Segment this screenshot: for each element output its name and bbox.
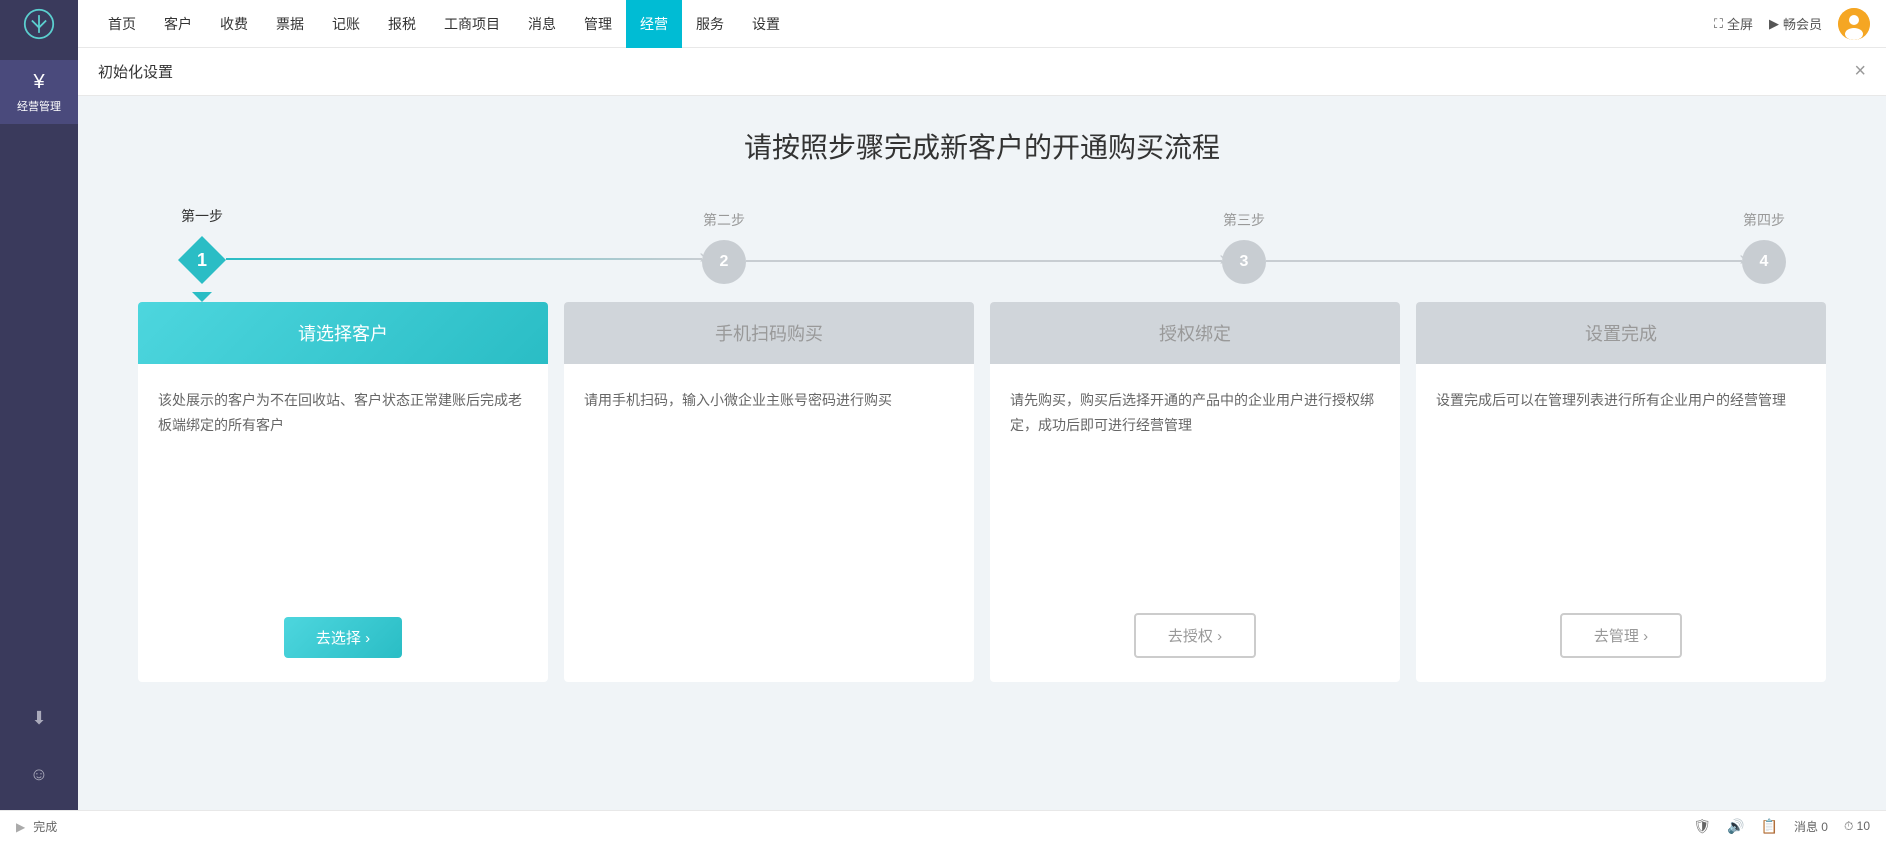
step-4-number: 4	[1760, 253, 1769, 271]
card-1-body: 该处展示的客户为不在回收站、客户状态正常建账后完成老板端绑定的所有客户	[138, 364, 548, 601]
operation-icon: ¥	[33, 71, 44, 94]
nav-accounting[interactable]: 记账	[318, 0, 374, 48]
card-4-body: 设置完成后可以在管理列表进行所有企业用户的经营管理	[1416, 364, 1826, 597]
download-icon: ⬇	[31, 708, 46, 729]
step-1-number: 1	[197, 250, 207, 271]
step-4-label: 第四步	[1743, 210, 1785, 230]
nav-messages[interactable]: 消息	[514, 0, 570, 48]
sidebar-download[interactable]: ⬇	[0, 694, 78, 742]
step-1-circle: 1	[178, 236, 226, 284]
nav-right-area: ⛶ 全屏 ▶ 畅会员	[1714, 8, 1870, 40]
step-4-node: 第四步 4	[1742, 210, 1786, 284]
step-3-number: 3	[1240, 253, 1249, 271]
card-1-header: 请选择客户	[138, 302, 548, 364]
nav-fees[interactable]: 收费	[206, 0, 262, 48]
sidebar-item-operation[interactable]: ¥ 经营管理	[0, 60, 78, 124]
time-display: ⏱ 10	[1844, 819, 1870, 834]
fullscreen-button[interactable]: ⛶ 全屏	[1714, 14, 1753, 33]
page-header: 初始化设置 ×	[78, 48, 1886, 96]
step-4-circle: 4	[1742, 240, 1786, 284]
status-bar: ▶ 完成 🛡 🔊 📋 消息 0 ⏱ 10	[0, 810, 1886, 842]
card-step3: 授权绑定 请先购买，购买后选择开通的产品中的企业用户进行授权绑定，成功后即可进行…	[990, 302, 1400, 682]
fullscreen-icon: ⛶	[1714, 16, 1723, 32]
step-1-label: 第一步	[181, 206, 223, 226]
volume-icon[interactable]: 🔊	[1727, 818, 1744, 835]
card-1-footer: 去选择 ›	[138, 601, 548, 682]
nav-operation[interactable]: 经营	[626, 0, 682, 48]
status-label: 完成	[33, 818, 57, 835]
sidebar-item-label: 经营管理	[17, 98, 61, 114]
flow-title: 请按照步骤完成新客户的开通购买流程	[118, 126, 1846, 166]
close-button[interactable]: ×	[1854, 60, 1866, 83]
card-step2: 手机扫码购买 请用手机扫码，输入小微企业主账号密码进行购买	[564, 302, 974, 682]
nav-business[interactable]: 工商项目	[430, 0, 514, 48]
step-2-number: 2	[720, 253, 729, 271]
logo-icon	[23, 8, 55, 40]
content-area: 请按照步骤完成新客户的开通购买流程 第一步 1 › 第二步 2	[78, 96, 1886, 810]
nav-bills[interactable]: 票据	[262, 0, 318, 48]
app-logo	[0, 0, 78, 48]
member-label: 畅会员	[1783, 14, 1822, 33]
card-4-header: 设置完成	[1416, 302, 1826, 364]
message-count: 消息 0	[1794, 818, 1828, 835]
status-bar-right: 🛡 🔊 📋 消息 0 ⏱ 10	[1693, 818, 1870, 835]
fullscreen-label: 全屏	[1727, 14, 1753, 33]
card-3-body: 请先购买，购买后选择开通的产品中的企业用户进行授权绑定，成功后即可进行经营管理	[990, 364, 1400, 597]
main-content: 初始化设置 × 请按照步骤完成新客户的开通购买流程 第一步 1 › 第二步	[78, 48, 1886, 810]
go-manage-button[interactable]: 去管理 ›	[1560, 613, 1682, 658]
sidebar: ¥ 经营管理 ⬇ ☺	[0, 48, 78, 810]
shield-icon[interactable]: 🛡	[1693, 818, 1711, 835]
sidebar-support[interactable]: ☺	[0, 750, 78, 798]
page-title: 初始化设置	[98, 61, 173, 82]
steps-progress-row: 第一步 1 › 第二步 2 › 第三步	[118, 206, 1846, 284]
nav-settings[interactable]: 设置	[738, 0, 794, 48]
card-3-footer: 去授权 ›	[990, 597, 1400, 682]
step-1-node: 第一步 1	[178, 206, 226, 284]
connector-2-3: ›	[746, 260, 1222, 262]
step-3-node: 第三步 3	[1222, 210, 1266, 284]
step-3-label: 第三步	[1223, 210, 1265, 230]
step-3-circle: 3	[1222, 240, 1266, 284]
nav-tax[interactable]: 报税	[374, 0, 430, 48]
top-navigation: 首页 客户 收费 票据 记账 报税 工商项目 消息 管理 经营 服务 设置 ⛶ …	[78, 0, 1886, 48]
card-2-body: 请用手机扫码，输入小微企业主账号密码进行购买	[564, 364, 974, 642]
sidebar-bottom: ⬇ ☺	[0, 694, 78, 810]
card-4-footer: 去管理 ›	[1416, 597, 1826, 682]
step-2-label: 第二步	[703, 210, 745, 230]
card-pointer	[178, 292, 226, 302]
connector-3-4: ›	[1266, 260, 1742, 262]
go-authorize-button[interactable]: 去授权 ›	[1134, 613, 1256, 658]
connector-1-2: ›	[226, 258, 702, 260]
card-pointer-row	[118, 292, 1846, 302]
nav-home[interactable]: 首页	[94, 0, 150, 48]
step-2-circle: 2	[702, 240, 746, 284]
card-2-header: 手机扫码购买	[564, 302, 974, 364]
card-step1: 请选择客户 该处展示的客户为不在回收站、客户状态正常建账后完成老板端绑定的所有客…	[138, 302, 548, 682]
step-2-node: 第二步 2	[702, 210, 746, 284]
nav-manage[interactable]: 管理	[570, 0, 626, 48]
cards-row: 请选择客户 该处展示的客户为不在回收站、客户状态正常建账后完成老板端绑定的所有客…	[138, 302, 1826, 682]
card-3-header: 授权绑定	[990, 302, 1400, 364]
nav-customer[interactable]: 客户	[150, 0, 206, 48]
nav-service[interactable]: 服务	[682, 0, 738, 48]
support-icon: ☺	[30, 764, 48, 785]
go-select-button[interactable]: 去选择 ›	[284, 617, 402, 658]
card-2-footer	[564, 642, 974, 682]
play-status-icon: ▶	[16, 820, 25, 834]
user-avatar[interactable]	[1838, 8, 1870, 40]
card-step4: 设置完成 设置完成后可以在管理列表进行所有企业用户的经营管理 去管理 ›	[1416, 302, 1826, 682]
play-icon: ▶	[1769, 16, 1779, 32]
clipboard-icon[interactable]: 📋	[1761, 818, 1778, 835]
member-button[interactable]: ▶ 畅会员	[1769, 14, 1822, 33]
